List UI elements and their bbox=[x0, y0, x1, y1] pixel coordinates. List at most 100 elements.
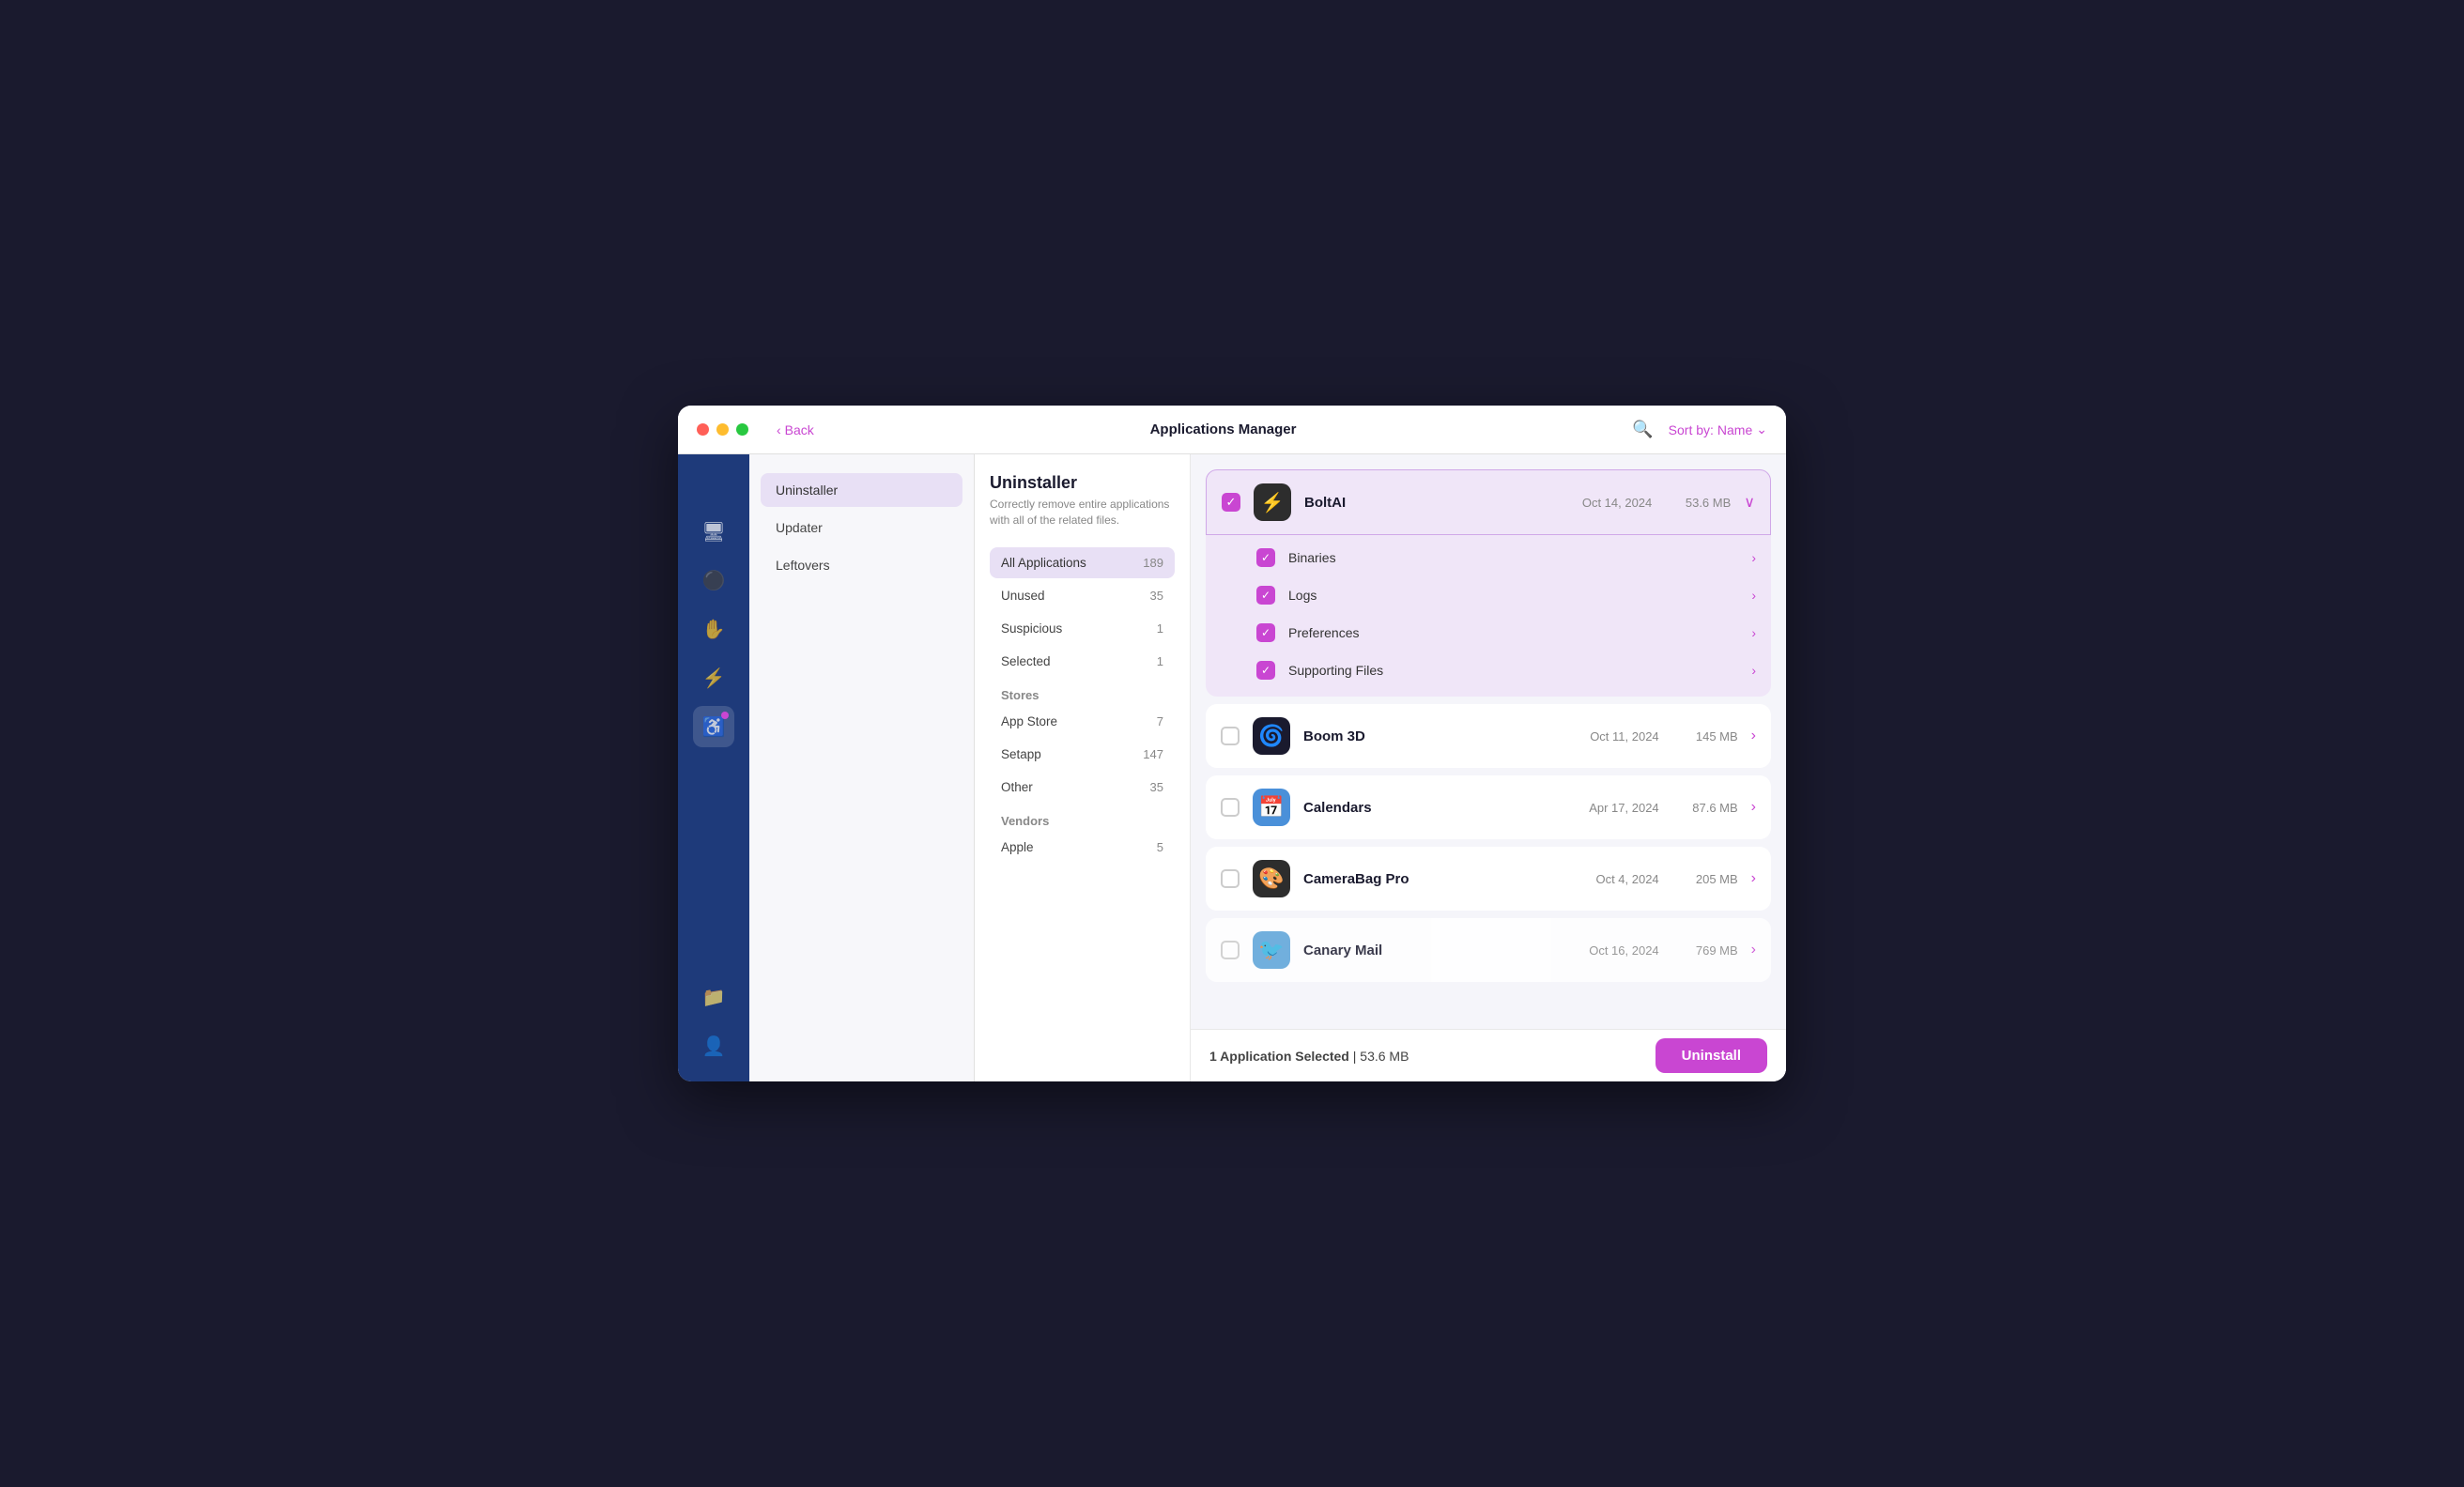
filter-suspicious-count: 1 bbox=[1157, 621, 1163, 636]
maximize-button[interactable] bbox=[736, 423, 748, 436]
app-name-calendars: Calendars bbox=[1303, 800, 1589, 816]
sub-checkbox-preferences[interactable]: ✓ bbox=[1256, 623, 1275, 642]
app-date-canarymail: Oct 16, 2024 bbox=[1589, 943, 1658, 958]
app-icon-boltai: ⚡ bbox=[1254, 483, 1291, 521]
chevron-right-icon-canarymail: › bbox=[1751, 942, 1756, 958]
window-title: Applications Manager bbox=[814, 422, 1632, 437]
sub-checkbox-supporting-files[interactable]: ✓ bbox=[1256, 661, 1275, 680]
checkbox-canarymail[interactable] bbox=[1221, 941, 1240, 959]
checkbox-boltai[interactable]: ✓ bbox=[1222, 493, 1240, 512]
app-row-camerabag[interactable]: 🎨 CameraBag Pro Oct 4, 2024 205 MB › bbox=[1206, 847, 1771, 911]
filter-appstore-count: 7 bbox=[1157, 714, 1163, 728]
filter-all-count: 189 bbox=[1143, 556, 1163, 570]
sidebar-icon-disk2[interactable]: 📁 bbox=[693, 976, 734, 1018]
checkbox-boom3d[interactable] bbox=[1221, 727, 1240, 745]
disk-icon: 🖥 bbox=[701, 520, 725, 544]
app-name-camerabag: CameraBag Pro bbox=[1303, 871, 1595, 887]
app-icon-boom3d: 🌀 bbox=[1253, 717, 1290, 755]
lightning-icon: ⚡ bbox=[702, 667, 726, 690]
sidebar-icon-privacy[interactable]: ⚫ bbox=[693, 560, 734, 601]
filter-apple-label: Apple bbox=[1001, 840, 1034, 854]
app-size-boltai: 53.6 MB bbox=[1674, 496, 1731, 510]
app-name-boom3d: Boom 3D bbox=[1303, 728, 1590, 744]
sub-item-supporting-files[interactable]: ✓ Supporting Files › bbox=[1206, 652, 1771, 689]
filter-suspicious[interactable]: Suspicious 1 bbox=[990, 613, 1175, 644]
sort-by-control[interactable]: Sort by: Name ⌄ bbox=[1669, 422, 1767, 437]
sub-item-logs[interactable]: ✓ Logs › bbox=[1206, 576, 1771, 614]
filter-unused-label: Unused bbox=[1001, 589, 1045, 603]
filter-selected-count: 1 bbox=[1157, 654, 1163, 668]
sidebar-item-uninstaller[interactable]: Uninstaller bbox=[761, 473, 962, 507]
panel-description: Correctly remove entire applications wit… bbox=[990, 497, 1175, 529]
sidebar-item-updater[interactable]: Updater bbox=[761, 511, 962, 544]
filter-selected[interactable]: Selected 1 bbox=[990, 646, 1175, 677]
filter-apple[interactable]: Apple 5 bbox=[990, 832, 1175, 863]
sub-chevron-binaries: › bbox=[1751, 550, 1756, 565]
face-icon: 👤 bbox=[702, 1035, 726, 1058]
sidebar-icon-block[interactable]: ✋ bbox=[693, 608, 734, 650]
sub-checkbox-logs[interactable]: ✓ bbox=[1256, 586, 1275, 605]
app-icon-calendars: 📅 bbox=[1253, 789, 1290, 826]
filter-other[interactable]: Other 35 bbox=[990, 772, 1175, 803]
filter-suspicious-label: Suspicious bbox=[1001, 621, 1062, 636]
chevron-down-icon-boltai: ∨ bbox=[1744, 493, 1755, 512]
sort-by-value: Name bbox=[1717, 422, 1752, 437]
title-bar: ‹ Back Applications Manager 🔍 Sort by: N… bbox=[678, 406, 1786, 454]
sidebar-icon-lightning[interactable]: ⚡ bbox=[693, 657, 734, 698]
minimize-button[interactable] bbox=[716, 423, 729, 436]
app-row-canarymail[interactable]: 🐦 Canary Mail Oct 16, 2024 769 MB › bbox=[1206, 918, 1771, 982]
sidebar-icon-face[interactable]: 👤 bbox=[693, 1025, 734, 1066]
chevron-right-icon-boom3d: › bbox=[1751, 728, 1756, 744]
uninstall-button[interactable]: Uninstall bbox=[1656, 1038, 1767, 1073]
vendors-section-title: Vendors bbox=[990, 805, 1175, 832]
sidebar-item-leftovers[interactable]: Leftovers bbox=[761, 548, 962, 582]
traffic-lights bbox=[697, 423, 748, 436]
app-name-boltai: BoltAI bbox=[1304, 495, 1582, 511]
filter-setapp-label: Setapp bbox=[1001, 747, 1041, 761]
app-size-camerabag: 205 MB bbox=[1682, 872, 1738, 886]
privacy-icon: ⚫ bbox=[702, 569, 726, 592]
sub-item-binaries[interactable]: ✓ Binaries › bbox=[1206, 539, 1771, 576]
app-date-camerabag: Oct 4, 2024 bbox=[1595, 872, 1658, 886]
filter-other-label: Other bbox=[1001, 780, 1033, 794]
filter-other-count: 35 bbox=[1150, 780, 1163, 794]
sub-item-preferences[interactable]: ✓ Preferences › bbox=[1206, 614, 1771, 652]
main-window: ‹ Back Applications Manager 🔍 Sort by: N… bbox=[678, 406, 1786, 1081]
search-button[interactable]: 🔍 bbox=[1632, 420, 1653, 439]
sidebar-icon-disk[interactable]: 🖥 bbox=[693, 511, 734, 552]
sidebar-icon-accessibility[interactable]: ♿ bbox=[693, 706, 734, 747]
updater-label: Updater bbox=[776, 520, 823, 535]
filter-app-store[interactable]: App Store 7 bbox=[990, 706, 1175, 737]
sub-chevron-logs: › bbox=[1751, 588, 1756, 603]
sidebar: 🖥 ⚫ ✋ ⚡ ♿ 📁 👤 bbox=[678, 454, 749, 1081]
status-bar: 1 Application Selected | 53.6 MB Uninsta… bbox=[1191, 1029, 1786, 1081]
sub-label-binaries: Binaries bbox=[1288, 550, 1751, 565]
sub-checkbox-binaries[interactable]: ✓ bbox=[1256, 548, 1275, 567]
block-icon: ✋ bbox=[702, 618, 726, 641]
main-panel: ✓ ⚡ BoltAI Oct 14, 2024 53.6 MB ∨ ✓ Bina… bbox=[1191, 454, 1786, 1081]
back-label: Back bbox=[785, 422, 814, 437]
leftovers-label: Leftovers bbox=[776, 558, 830, 573]
app-name-canarymail: Canary Mail bbox=[1303, 943, 1589, 958]
checkbox-calendars[interactable] bbox=[1221, 798, 1240, 817]
filter-setapp[interactable]: Setapp 147 bbox=[990, 739, 1175, 770]
status-text: 1 Application Selected | 53.6 MB bbox=[1209, 1049, 1656, 1064]
filter-all-applications[interactable]: All Applications 189 bbox=[990, 547, 1175, 578]
filter-unused-count: 35 bbox=[1150, 589, 1163, 603]
app-date-boom3d: Oct 11, 2024 bbox=[1590, 729, 1658, 744]
filter-unused[interactable]: Unused 35 bbox=[990, 580, 1175, 611]
filter-selected-label: Selected bbox=[1001, 654, 1051, 668]
back-chevron-icon: ‹ bbox=[777, 422, 781, 437]
app-row-calendars[interactable]: 📅 Calendars Apr 17, 2024 87.6 MB › bbox=[1206, 775, 1771, 839]
app-row-boltai[interactable]: ✓ ⚡ BoltAI Oct 14, 2024 53.6 MB ∨ bbox=[1206, 469, 1771, 535]
panel-title: Uninstaller bbox=[990, 473, 1175, 493]
stores-section-title: Stores bbox=[990, 679, 1175, 706]
app-row-boom3d[interactable]: 🌀 Boom 3D Oct 11, 2024 145 MB › bbox=[1206, 704, 1771, 768]
app-icon-canarymail: 🐦 bbox=[1253, 931, 1290, 969]
chevron-right-icon-calendars: › bbox=[1751, 799, 1756, 816]
back-button[interactable]: ‹ Back bbox=[777, 422, 814, 437]
selected-count-text: 1 Application Selected bbox=[1209, 1049, 1349, 1064]
close-button[interactable] bbox=[697, 423, 709, 436]
checkbox-camerabag[interactable] bbox=[1221, 869, 1240, 888]
expanded-section-boltai: ✓ Binaries › ✓ Logs › ✓ Preferences › ✓ … bbox=[1206, 535, 1771, 697]
